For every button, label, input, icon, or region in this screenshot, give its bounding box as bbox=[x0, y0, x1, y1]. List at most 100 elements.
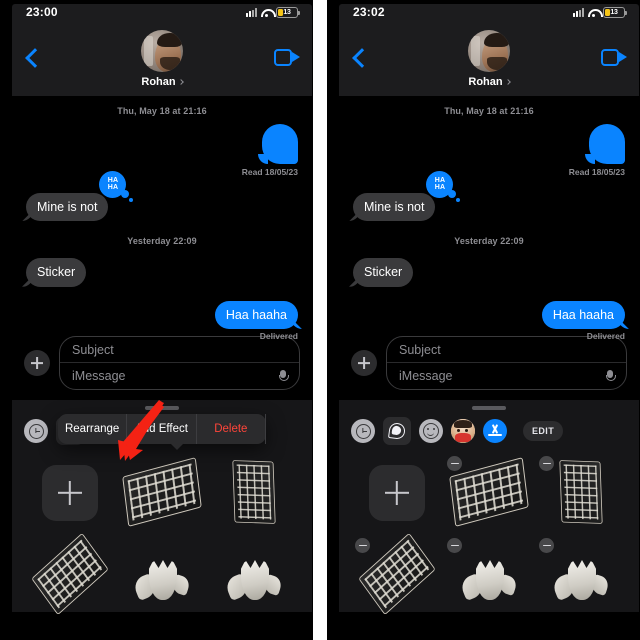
back-chevron-icon[interactable] bbox=[352, 48, 372, 68]
keyboard-sticker-2[interactable] bbox=[216, 460, 292, 524]
wifi-icon bbox=[588, 8, 603, 17]
back-chevron-icon[interactable] bbox=[25, 48, 45, 68]
message-row-outgoing-1: Haa haaha bbox=[353, 300, 625, 330]
facetime-video-icon[interactable] bbox=[274, 48, 300, 66]
imessage-placeholder: iMessage bbox=[72, 369, 126, 383]
sticker-cell bbox=[537, 536, 625, 614]
microphone-icon[interactable] bbox=[279, 370, 289, 382]
context-menu: Rearrange Add Effect Delete bbox=[58, 414, 266, 450]
memoji-icon[interactable] bbox=[451, 419, 475, 443]
contact-avatar[interactable] bbox=[468, 30, 510, 72]
tapback-line-2: HA bbox=[434, 183, 446, 191]
status-bar: 23:00 13 bbox=[12, 4, 312, 26]
remove-sticker-icon[interactable] bbox=[539, 538, 554, 553]
blue-sticker-bubble[interactable] bbox=[262, 124, 298, 164]
sticker-cell bbox=[118, 536, 206, 614]
app-store-icon[interactable] bbox=[483, 419, 507, 443]
message-row-incoming-2: Sticker bbox=[26, 258, 298, 287]
imessage-input[interactable]: iMessage bbox=[387, 363, 626, 389]
conversation-nav-bar: Rohan bbox=[12, 26, 312, 96]
status-indicators: 13 bbox=[246, 6, 300, 18]
tapback-line-2: HA bbox=[107, 183, 119, 191]
battery-percent: 13 bbox=[283, 8, 291, 16]
keyboard-sticker-1[interactable] bbox=[449, 457, 529, 527]
facetime-video-icon[interactable] bbox=[601, 48, 627, 66]
app-drawer: EDIT bbox=[339, 400, 639, 616]
clock-icon[interactable] bbox=[24, 419, 48, 443]
dual-screenshot-stage: 23:00 13 Rohan Thu, May 18 at 21:16 Read… bbox=[0, 0, 640, 640]
message-list: Thu, May 18 at 21:16 Read 18/05/23 Mine … bbox=[12, 96, 312, 341]
message-bubble-incoming-1[interactable]: Mine is not HA HA bbox=[353, 171, 461, 222]
contact-name-row[interactable]: Rohan bbox=[141, 76, 184, 88]
clock-icon[interactable] bbox=[351, 419, 375, 443]
sticker-cell bbox=[210, 454, 298, 532]
remove-sticker-icon[interactable] bbox=[447, 456, 462, 471]
smiley-icon[interactable] bbox=[419, 419, 443, 443]
sticker-cell bbox=[445, 454, 533, 532]
tulip-sticker-1[interactable] bbox=[458, 546, 520, 604]
status-bar: 23:02 13 bbox=[339, 4, 639, 26]
conversation-nav-bar: Rohan bbox=[339, 26, 639, 96]
sticker-cell-add bbox=[353, 454, 441, 532]
message-bubble-outgoing-1[interactable]: Haa haaha bbox=[541, 300, 625, 330]
drag-grabber[interactable] bbox=[145, 406, 179, 410]
imessage-placeholder: iMessage bbox=[399, 369, 453, 383]
tulip-sticker-1[interactable] bbox=[131, 546, 193, 604]
haha-tapback-icon[interactable]: HA HA bbox=[426, 171, 461, 202]
add-sticker-icon[interactable] bbox=[369, 465, 425, 521]
cellular-signal-icon bbox=[573, 7, 584, 17]
sticker-cell bbox=[537, 454, 625, 532]
message-bubble-incoming-2[interactable]: Sticker bbox=[26, 258, 87, 287]
phone-screenshot-left: 23:00 13 Rohan Thu, May 18 at 21:16 Read… bbox=[0, 0, 313, 640]
drag-grabber[interactable] bbox=[472, 406, 506, 410]
message-text-incoming-1: Mine is not bbox=[364, 200, 425, 214]
message-bubble-incoming-1[interactable]: Mine is not HA HA bbox=[26, 171, 134, 222]
sticker-cell bbox=[445, 536, 533, 614]
sticker-icon[interactable] bbox=[383, 417, 411, 445]
status-time: 23:02 bbox=[353, 5, 385, 19]
status-time: 23:00 bbox=[26, 5, 58, 19]
tulip-sticker-2[interactable] bbox=[550, 546, 612, 604]
contact-name-label: Rohan bbox=[468, 76, 503, 88]
sticker-cell bbox=[26, 532, 114, 616]
imessage-input[interactable]: iMessage bbox=[60, 363, 299, 389]
message-bubble-outgoing-1[interactable]: Haa haaha bbox=[214, 300, 298, 330]
tulip-sticker-2[interactable] bbox=[223, 546, 285, 604]
message-bubble-incoming-2[interactable]: Sticker bbox=[353, 258, 414, 287]
plus-circle-icon[interactable] bbox=[351, 350, 377, 376]
keyboard-sticker-1[interactable] bbox=[122, 457, 202, 527]
delivered-receipt: Delivered bbox=[259, 331, 298, 342]
cellular-signal-icon bbox=[246, 7, 257, 17]
battery-low-power-icon: 13 bbox=[603, 6, 627, 18]
contact-header: Rohan bbox=[12, 30, 312, 88]
contact-name-row[interactable]: Rohan bbox=[468, 76, 511, 88]
edit-stickers-button[interactable]: EDIT bbox=[523, 421, 564, 441]
microphone-icon[interactable] bbox=[606, 370, 616, 382]
message-text-incoming-2: Sticker bbox=[364, 265, 403, 280]
remove-sticker-icon[interactable] bbox=[355, 538, 370, 553]
message-text-outgoing-1: Haa haaha bbox=[225, 307, 287, 322]
phone-screenshot-right: 23:02 13 Rohan Thu, May 18 at 21:16 Read… bbox=[327, 0, 640, 640]
keyboard-sticker-2[interactable] bbox=[543, 460, 619, 524]
context-menu-item-rearrange[interactable]: Rearrange bbox=[58, 414, 128, 444]
timestamp-top: Thu, May 18 at 21:16 bbox=[117, 106, 207, 116]
message-row-incoming-1: Mine is not HA HA bbox=[353, 171, 625, 222]
sticker-cell bbox=[353, 532, 441, 616]
plus-circle-icon[interactable] bbox=[24, 350, 50, 376]
add-sticker-icon[interactable] bbox=[42, 465, 98, 521]
message-row-incoming-2: Sticker bbox=[353, 258, 625, 287]
context-menu-item-add-effect[interactable]: Add Effect bbox=[127, 414, 197, 444]
keyboard-sticker-3[interactable] bbox=[358, 532, 436, 616]
remove-sticker-icon[interactable] bbox=[447, 538, 462, 553]
keyboard-sticker-3[interactable] bbox=[31, 532, 109, 616]
sticker-cell-add bbox=[26, 454, 114, 532]
context-menu-item-delete[interactable]: Delete bbox=[197, 414, 266, 444]
context-menu-tail bbox=[170, 443, 184, 450]
sticker-grid bbox=[339, 446, 639, 616]
contact-avatar[interactable] bbox=[141, 30, 183, 72]
app-icon-row: EDIT bbox=[339, 416, 639, 446]
haha-tapback-icon[interactable]: HA HA bbox=[99, 171, 134, 202]
remove-sticker-icon[interactable] bbox=[539, 456, 554, 471]
blue-sticker-bubble[interactable] bbox=[589, 124, 625, 164]
message-row-outgoing-1: Haa haaha bbox=[26, 300, 298, 330]
